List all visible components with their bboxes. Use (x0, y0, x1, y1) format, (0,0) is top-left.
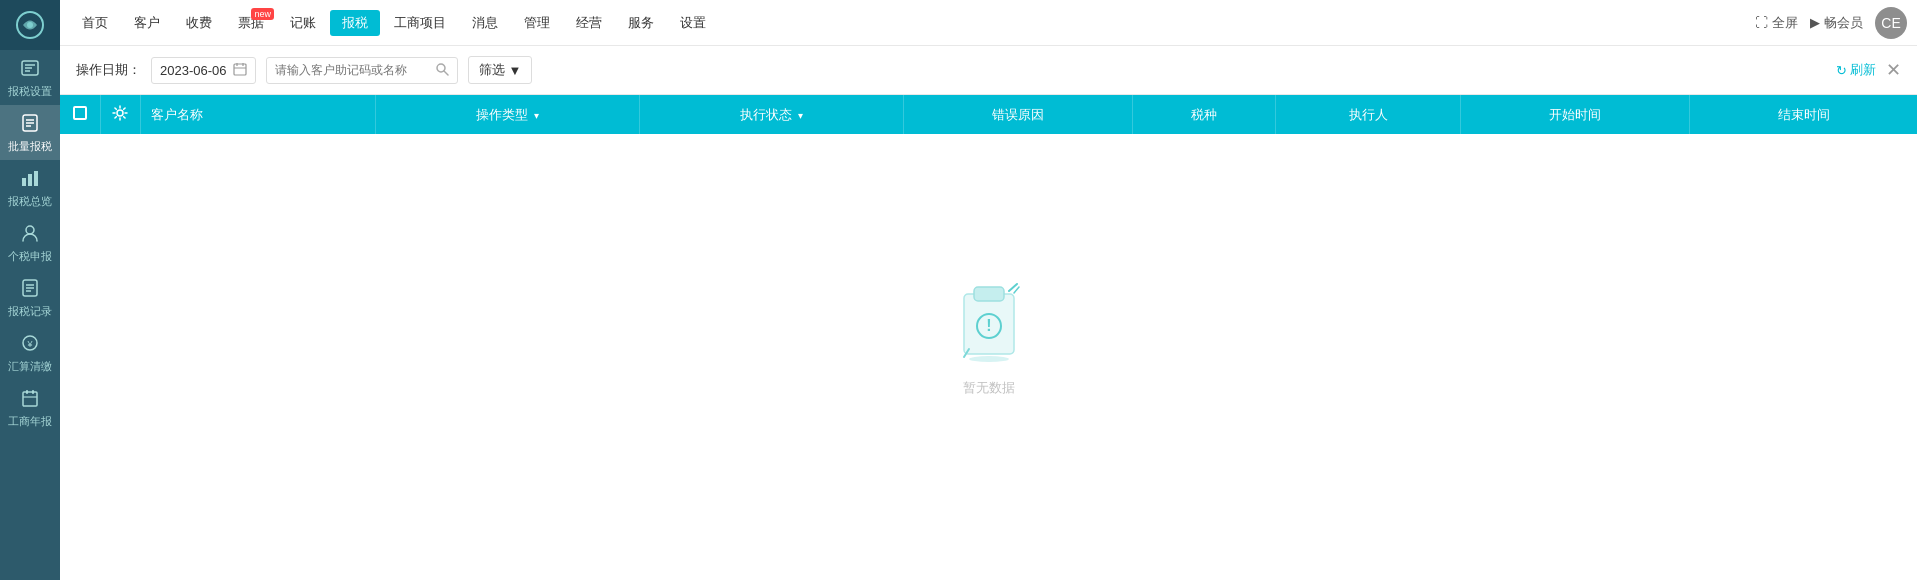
svg-rect-32 (974, 287, 1004, 301)
date-label: 操作日期： (76, 61, 141, 79)
sidebar-item-remittance[interactable]: ¥ 汇算清缴 (0, 325, 60, 380)
svg-point-37 (969, 356, 1009, 362)
th-op-type[interactable]: 操作类型 ▾ (375, 95, 639, 134)
column-settings-icon (112, 109, 128, 124)
tax-settings-icon (20, 58, 40, 81)
svg-line-29 (444, 71, 448, 75)
th-error-reason: 错误原因 (904, 95, 1133, 134)
svg-text:¥: ¥ (26, 339, 33, 349)
date-picker[interactable]: 2023-06-06 (151, 57, 256, 84)
th-settings[interactable] (100, 95, 140, 134)
calendar-icon (233, 62, 247, 79)
th-executor: 执行人 (1275, 95, 1461, 134)
nav-home[interactable]: 首页 (70, 10, 120, 36)
nav-tax[interactable]: 报税 (330, 10, 380, 36)
table-container: 客户名称 操作类型 ▾ 执行状态 ▾ 错误原因 (60, 95, 1917, 580)
th-end-time: 结束时间 (1690, 95, 1917, 134)
refresh-button[interactable]: ↻ 刷新 (1836, 61, 1876, 79)
sidebar-item-label: 报税设置 (8, 84, 52, 99)
svg-rect-21 (26, 390, 28, 394)
member-button[interactable]: ▶ 畅会员 (1810, 14, 1863, 32)
svg-rect-20 (23, 392, 37, 406)
th-checkbox[interactable] (60, 95, 100, 134)
filter-button[interactable]: 筛选 ▼ (468, 56, 533, 84)
th-start-time: 开始时间 (1461, 95, 1690, 134)
content-area: 操作日期： 2023-06-06 (60, 46, 1917, 580)
sidebar: 报税设置 批量报税 报税总览 (0, 0, 60, 580)
svg-point-13 (26, 226, 34, 234)
svg-point-1 (27, 22, 33, 28)
close-button[interactable]: ✕ (1886, 59, 1901, 81)
filter-arrow-icon: ▼ (509, 63, 522, 78)
nav-billing[interactable]: 收费 (174, 10, 224, 36)
batch-tax-icon (20, 113, 40, 136)
sidebar-item-label: 报税总览 (8, 194, 52, 209)
avatar[interactable]: CE (1875, 7, 1907, 39)
select-all-checkbox[interactable] (73, 106, 87, 120)
svg-rect-12 (34, 171, 38, 186)
top-navigation: 首页 客户 收费 票据 new 记账 报税 工商项目 消息 管理 经营 服务 设… (60, 0, 1917, 46)
th-tax-type: 税种 (1133, 95, 1276, 134)
topnav-right: ⛶ 全屏 ▶ 畅会员 CE (1755, 7, 1907, 39)
fullscreen-button[interactable]: ⛶ 全屏 (1755, 14, 1798, 32)
sidebar-logo[interactable] (0, 0, 60, 50)
video-icon: ▶ (1810, 15, 1820, 30)
op-type-sort-icon: ▾ (534, 110, 539, 121)
svg-point-30 (117, 110, 123, 116)
sidebar-item-label: 报税记录 (8, 304, 52, 319)
empty-illustration: ! (949, 279, 1029, 369)
sidebar-item-tax-records[interactable]: 报税记录 (0, 270, 60, 325)
search-box (266, 57, 458, 84)
svg-text:!: ! (986, 317, 991, 334)
nav-customers[interactable]: 客户 (122, 10, 172, 36)
nav-management[interactable]: 管理 (512, 10, 562, 36)
tax-overview-icon (20, 168, 40, 191)
sidebar-item-label: 汇算清缴 (8, 359, 52, 374)
nav-operations[interactable]: 经营 (564, 10, 614, 36)
search-input[interactable] (267, 59, 427, 81)
sidebar-item-label: 个税申报 (8, 249, 52, 264)
nav-services[interactable]: 服务 (616, 10, 666, 36)
records-table: 客户名称 操作类型 ▾ 执行状态 ▾ 错误原因 (60, 95, 1917, 134)
fullscreen-icon: ⛶ (1755, 15, 1768, 30)
nav-messages[interactable]: 消息 (460, 10, 510, 36)
svg-line-36 (1014, 287, 1019, 293)
svg-rect-10 (22, 178, 26, 186)
sidebar-item-annual-report[interactable]: 工商年报 (0, 380, 60, 435)
svg-rect-11 (28, 174, 32, 186)
exec-status-sort-icon: ▾ (798, 110, 803, 121)
th-exec-status[interactable]: 执行状态 ▾ (640, 95, 904, 134)
new-badge: new (251, 8, 274, 21)
nav-settings[interactable]: 设置 (668, 10, 718, 36)
nav-accounts[interactable]: 记账 (278, 10, 328, 36)
svg-rect-22 (32, 390, 34, 394)
svg-rect-24 (234, 64, 246, 75)
toolbar-actions: ↻ 刷新 ✕ (1836, 59, 1901, 81)
search-icon (435, 63, 449, 79)
nav-invoices[interactable]: 票据 new (226, 10, 276, 36)
toolbar: 操作日期： 2023-06-06 (60, 46, 1917, 95)
tax-records-icon (20, 278, 40, 301)
table-header-row: 客户名称 操作类型 ▾ 执行状态 ▾ 错误原因 (60, 95, 1917, 134)
sidebar-item-label: 工商年报 (8, 414, 52, 429)
sidebar-item-batch-tax[interactable]: 批量报税 (0, 105, 60, 160)
remittance-icon: ¥ (20, 333, 40, 356)
sidebar-item-label: 批量报税 (8, 139, 52, 154)
sidebar-item-tax-settings[interactable]: 报税设置 (0, 50, 60, 105)
personal-tax-icon (20, 223, 40, 246)
main-area: 首页 客户 收费 票据 new 记账 报税 工商项目 消息 管理 经营 服务 设… (60, 0, 1917, 580)
refresh-icon: ↻ (1836, 63, 1847, 78)
search-button[interactable] (427, 58, 457, 83)
empty-text: 暂无数据 (963, 379, 1015, 397)
th-customer-name: 客户名称 (140, 95, 375, 134)
nav-business[interactable]: 工商项目 (382, 10, 458, 36)
empty-state: ! 暂无数据 (949, 279, 1029, 397)
sidebar-item-personal-tax[interactable]: 个税申报 (0, 215, 60, 270)
annual-report-icon (20, 388, 40, 411)
sidebar-item-tax-overview[interactable]: 报税总览 (0, 160, 60, 215)
